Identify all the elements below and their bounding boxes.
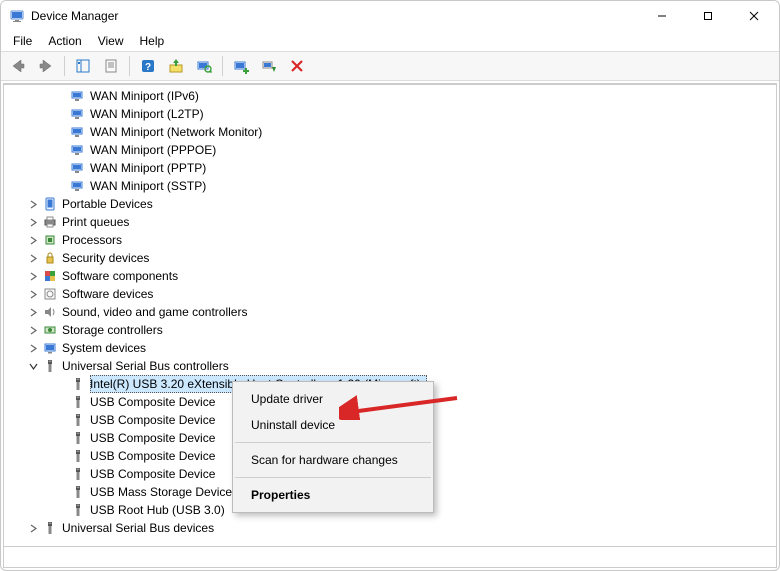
ctx-uninstall-device[interactable]: Uninstall device	[233, 412, 433, 438]
usb-icon	[70, 412, 86, 428]
network-adapter-icon	[70, 178, 86, 194]
usb-icon	[70, 484, 86, 500]
network-adapter-icon	[70, 88, 86, 104]
toolbar: ?	[1, 51, 779, 81]
usb-icon	[42, 358, 58, 374]
tree-item-security-devices[interactable]: Security devices	[4, 249, 776, 267]
add-drivers-button[interactable]	[228, 54, 254, 78]
scan-button[interactable]	[191, 54, 217, 78]
menu-file[interactable]: File	[5, 32, 40, 50]
ctx-separator	[235, 477, 431, 478]
tree-item-system-devices[interactable]: System devices	[4, 339, 776, 357]
network-adapter-icon	[70, 124, 86, 140]
help-button[interactable]: ?	[135, 54, 161, 78]
chevron-right-icon[interactable]	[26, 323, 40, 337]
chevron-right-icon[interactable]	[26, 197, 40, 211]
usb-icon	[70, 466, 86, 482]
chevron-right-icon[interactable]	[26, 287, 40, 301]
chevron-right-icon[interactable]	[26, 521, 40, 535]
status-bar	[3, 547, 777, 568]
tree-item-wan-pppoe[interactable]: WAN Miniport (PPPOE)	[4, 141, 776, 159]
portable-device-icon	[42, 196, 58, 212]
menu-bar: File Action View Help	[1, 31, 779, 51]
usb-icon	[70, 376, 86, 392]
ctx-separator	[235, 442, 431, 443]
disable-button[interactable]	[284, 54, 310, 78]
tree-item-wan-netmon[interactable]: WAN Miniport (Network Monitor)	[4, 123, 776, 141]
window-title: Device Manager	[31, 9, 118, 23]
ctx-properties[interactable]: Properties	[233, 482, 433, 508]
forward-button[interactable]	[33, 54, 59, 78]
tree-item-wan-sstp[interactable]: WAN Miniport (SSTP)	[4, 177, 776, 195]
tree-item-software-devices[interactable]: Software devices	[4, 285, 776, 303]
network-adapter-icon	[70, 106, 86, 122]
usb-icon	[70, 502, 86, 518]
menu-action[interactable]: Action	[40, 32, 89, 50]
back-button[interactable]	[5, 54, 31, 78]
tree-item-wan-ipv6[interactable]: WAN Miniport (IPv6)	[4, 87, 776, 105]
window-buttons	[639, 1, 777, 31]
security-icon	[42, 250, 58, 266]
menu-help[interactable]: Help	[132, 32, 173, 50]
client-area: WAN Miniport (IPv6) WAN Miniport (L2TP) …	[3, 83, 777, 568]
update-driver-button[interactable]	[163, 54, 189, 78]
software-component-icon	[42, 268, 58, 284]
properties-button[interactable]	[98, 54, 124, 78]
console-tree-button[interactable]	[70, 54, 96, 78]
chevron-right-icon[interactable]	[26, 215, 40, 229]
tree-item-usb-controllers[interactable]: Universal Serial Bus controllers	[4, 357, 776, 375]
device-manager-window: Device Manager File Action View Help ?	[0, 0, 780, 571]
tree-item-portable-devices[interactable]: Portable Devices	[4, 195, 776, 213]
software-device-icon	[42, 286, 58, 302]
tree-item-processors[interactable]: Processors	[4, 231, 776, 249]
toolbar-separator	[222, 56, 223, 76]
tree-item-software-components[interactable]: Software components	[4, 267, 776, 285]
storage-icon	[42, 322, 58, 338]
title-bar[interactable]: Device Manager	[1, 1, 779, 31]
chevron-right-icon[interactable]	[26, 269, 40, 283]
device-tree[interactable]: WAN Miniport (IPv6) WAN Miniport (L2TP) …	[3, 84, 777, 547]
ctx-update-driver[interactable]: Update driver	[233, 386, 433, 412]
app-icon	[9, 8, 25, 24]
maximize-button[interactable]	[685, 1, 731, 31]
network-adapter-icon	[70, 160, 86, 176]
context-menu: Update driver Uninstall device Scan for …	[232, 381, 434, 513]
system-device-icon	[42, 340, 58, 356]
chevron-right-icon[interactable]	[26, 233, 40, 247]
uninstall-button[interactable]	[256, 54, 282, 78]
tree-item-wan-pptp[interactable]: WAN Miniport (PPTP)	[4, 159, 776, 177]
cpu-icon	[42, 232, 58, 248]
svg-text:?: ?	[145, 62, 151, 73]
chevron-right-icon[interactable]	[26, 251, 40, 265]
close-button[interactable]	[731, 1, 777, 31]
toolbar-separator	[64, 56, 65, 76]
minimize-button[interactable]	[639, 1, 685, 31]
chevron-right-icon[interactable]	[26, 341, 40, 355]
toolbar-separator	[129, 56, 130, 76]
tree-item-sound[interactable]: Sound, video and game controllers	[4, 303, 776, 321]
usb-icon	[70, 448, 86, 464]
tree-item-usb-devices[interactable]: Universal Serial Bus devices	[4, 519, 776, 537]
usb-icon	[70, 394, 86, 410]
usb-icon	[70, 430, 86, 446]
tree-item-storage-controllers[interactable]: Storage controllers	[4, 321, 776, 339]
chevron-right-icon[interactable]	[26, 305, 40, 319]
usb-icon	[42, 520, 58, 536]
printer-icon	[42, 214, 58, 230]
menu-view[interactable]: View	[90, 32, 132, 50]
tree-item-print-queues[interactable]: Print queues	[4, 213, 776, 231]
chevron-down-icon[interactable]	[26, 359, 40, 373]
tree-item-wan-l2tp[interactable]: WAN Miniport (L2TP)	[4, 105, 776, 123]
sound-icon	[42, 304, 58, 320]
ctx-scan-hardware[interactable]: Scan for hardware changes	[233, 447, 433, 473]
network-adapter-icon	[70, 142, 86, 158]
